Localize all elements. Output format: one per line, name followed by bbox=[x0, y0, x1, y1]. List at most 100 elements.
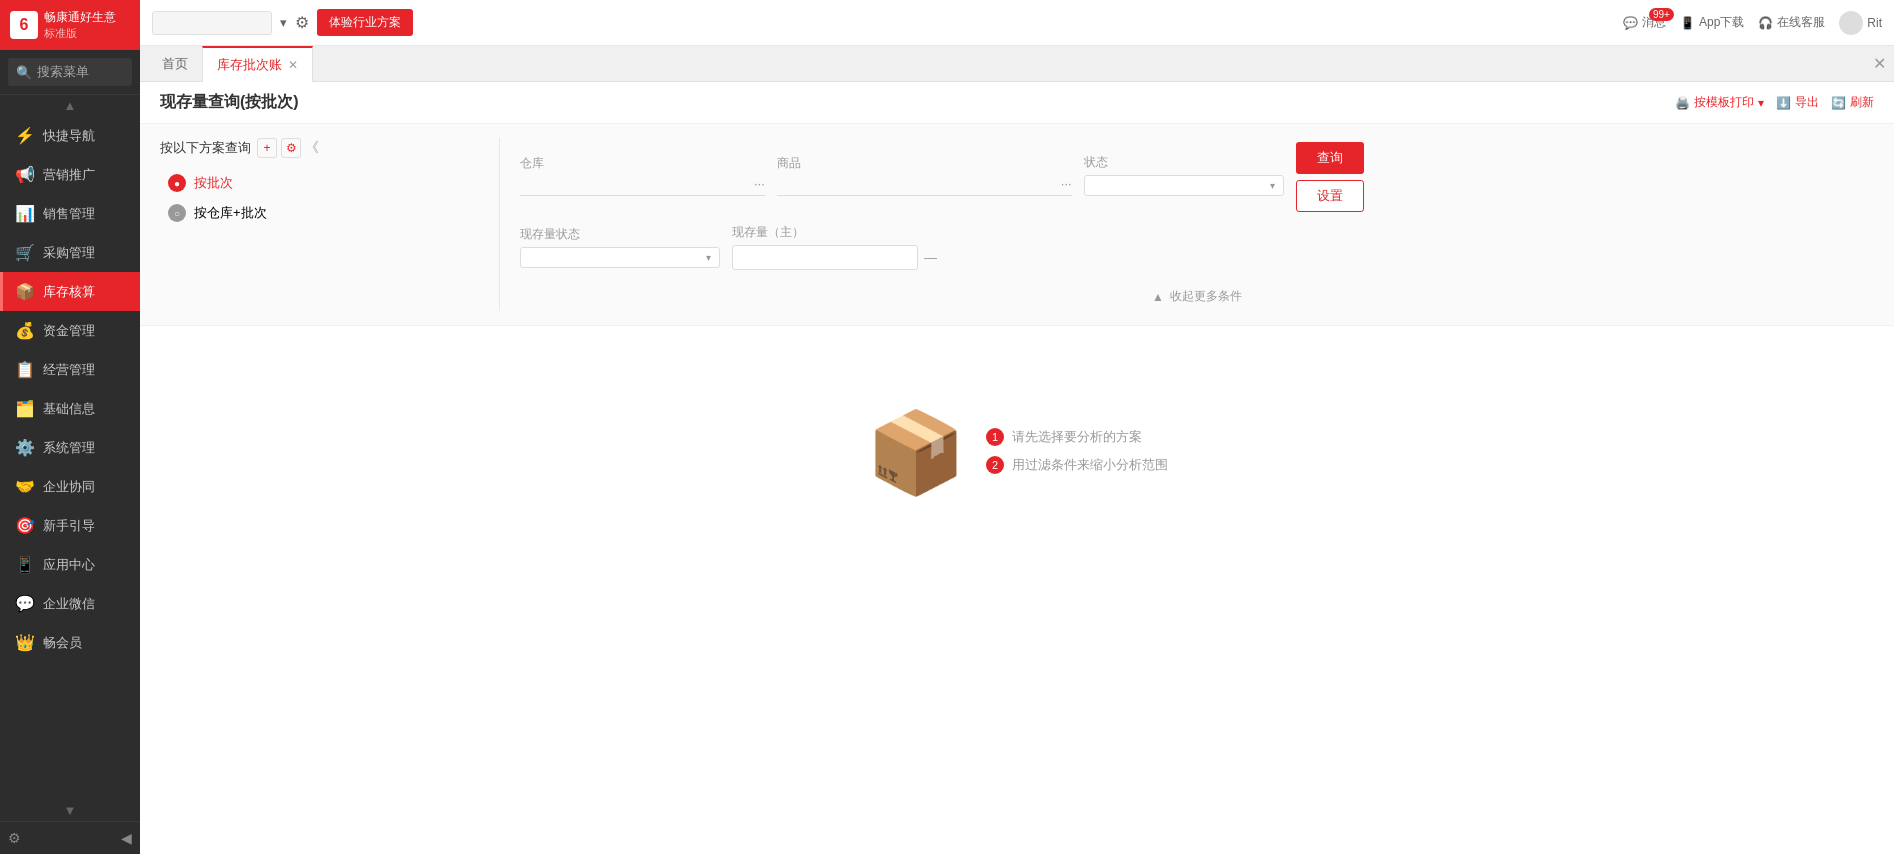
stock-qty-min-input[interactable] bbox=[732, 245, 918, 270]
refresh-button[interactable]: 🔄 刷新 bbox=[1831, 94, 1874, 111]
tab-inventory-batch-label: 库存批次账 bbox=[217, 56, 282, 74]
manage-plan-button[interactable]: ⚙ bbox=[281, 138, 301, 158]
sidebar-item-sales[interactable]: 📊 销售管理 bbox=[0, 194, 140, 233]
app-title: 畅康通好生意 bbox=[44, 9, 116, 26]
search-menu-button[interactable]: 🔍 搜索菜单 bbox=[8, 58, 132, 86]
stock-qty-label: 现存量（主） bbox=[732, 224, 937, 241]
user-menu-button[interactable]: Rit bbox=[1839, 11, 1882, 35]
sidebar-item-marketing[interactable]: 📢 营销推广 bbox=[0, 155, 140, 194]
app-download-button[interactable]: 📱 App下载 bbox=[1680, 14, 1744, 31]
marketing-icon: 📢 bbox=[15, 165, 35, 184]
sidebar-item-basic[interactable]: 🗂️ 基础信息 bbox=[0, 389, 140, 428]
sidebar-item-system[interactable]: ⚙️ 系统管理 bbox=[0, 428, 140, 467]
tip-num-2: 2 bbox=[986, 456, 1004, 474]
tab-home[interactable]: 首页 bbox=[148, 46, 202, 82]
product-input[interactable] bbox=[777, 176, 1057, 191]
page-header: 现存量查询(按批次) 🖨️ 按模板打印 ▾ ⬇️ 导出 🔄 刷新 bbox=[140, 82, 1894, 124]
status-label: 状态 bbox=[1084, 154, 1284, 171]
status-select[interactable]: ▾ bbox=[1084, 175, 1284, 196]
tab-inventory-batch[interactable]: 库存批次账 ✕ bbox=[202, 46, 313, 82]
print-label: 按模板打印 bbox=[1694, 94, 1754, 111]
purchase-icon: 🛒 bbox=[15, 243, 35, 262]
export-label: 导出 bbox=[1795, 94, 1819, 111]
filter-field-stock-status: 现存量状态 ▾ bbox=[520, 226, 720, 268]
status-select-arrow: ▾ bbox=[1270, 180, 1275, 191]
plan-label-by-batch: 按批次 bbox=[194, 174, 233, 192]
product-input-wrap[interactable]: ··· bbox=[777, 176, 1072, 196]
warehouse-more-icon[interactable]: ··· bbox=[754, 176, 765, 191]
content-area: 现存量查询(按批次) 🖨️ 按模板打印 ▾ ⬇️ 导出 🔄 刷新 bbox=[140, 82, 1894, 854]
experience-industry-button[interactable]: 体验行业方案 bbox=[317, 9, 413, 36]
finance-icon: 💰 bbox=[15, 321, 35, 340]
tabbar-close-button[interactable]: ✕ bbox=[1873, 54, 1886, 73]
settings-button[interactable]: 设置 bbox=[1296, 180, 1364, 212]
page-actions: 🖨️ 按模板打印 ▾ ⬇️ 导出 🔄 刷新 bbox=[1675, 94, 1874, 111]
product-more-icon[interactable]: ··· bbox=[1061, 176, 1072, 191]
warehouse-label: 仓库 bbox=[520, 155, 765, 172]
topbar-search-input[interactable] bbox=[152, 11, 272, 35]
sidebar-item-enterprise[interactable]: 🤝 企业协同 bbox=[0, 467, 140, 506]
sidebar-item-purchase[interactable]: 🛒 采购管理 bbox=[0, 233, 140, 272]
plan-item-by-warehouse-batch[interactable]: ○ 按仓库+批次 bbox=[160, 198, 479, 228]
online-service-button[interactable]: 🎧 在线客服 bbox=[1758, 14, 1825, 31]
sidebar-item-label: 应用中心 bbox=[43, 556, 95, 574]
filter-row-1: 仓库 ··· 商品 ··· bbox=[520, 138, 1874, 212]
message-button[interactable]: 💬 消息 99+ bbox=[1623, 14, 1666, 31]
print-button[interactable]: 🖨️ 按模板打印 ▾ bbox=[1675, 94, 1764, 111]
sidebar-item-app-center[interactable]: 📱 应用中心 bbox=[0, 545, 140, 584]
sidebar-scroll-up[interactable]: ▲ bbox=[0, 95, 140, 116]
sidebar-scroll-down[interactable]: ▼ bbox=[0, 800, 140, 821]
warehouse-input-wrap[interactable]: ··· bbox=[520, 176, 765, 196]
main-area: ▾ ⚙ 体验行业方案 💬 消息 99+ 📱 App下载 🎧 在线客服 Rit bbox=[140, 0, 1894, 854]
app-edition: 标准版 bbox=[44, 26, 116, 41]
sidebar-item-inventory[interactable]: 📦 库存核算 bbox=[0, 272, 140, 311]
collapse-arrow-icon: ▲ bbox=[1152, 290, 1164, 304]
empty-tip-1: 1 请先选择要分析的方案 bbox=[986, 428, 1168, 446]
stock-status-select[interactable]: ▾ bbox=[520, 247, 720, 268]
sidebar-item-member[interactable]: 👑 畅会员 bbox=[0, 623, 140, 662]
filter-title: 按以下方案查询 + ⚙ 《 bbox=[160, 138, 479, 158]
sidebar-item-finance[interactable]: 💰 资金管理 bbox=[0, 311, 140, 350]
collapse-more-conditions[interactable]: ▲ 收起更多条件 bbox=[520, 282, 1874, 311]
sales-icon: 📊 bbox=[15, 204, 35, 223]
search-menu-label: 搜索菜单 bbox=[37, 63, 89, 81]
add-plan-button[interactable]: + bbox=[257, 138, 277, 158]
sidebar-item-label: 畅会员 bbox=[43, 634, 82, 652]
tab-close-button[interactable]: ✕ bbox=[288, 58, 298, 72]
export-button[interactable]: ⬇️ 导出 bbox=[1776, 94, 1819, 111]
topbar-dropdown-button[interactable]: ▾ bbox=[280, 15, 287, 30]
range-dash: — bbox=[924, 250, 937, 265]
collapse-label: 收起更多条件 bbox=[1170, 288, 1242, 305]
newbie-icon: 🎯 bbox=[15, 516, 35, 535]
member-icon: 👑 bbox=[15, 633, 35, 652]
sidebar-collapse-button[interactable]: ◀ bbox=[121, 830, 132, 846]
query-button[interactable]: 查询 bbox=[1296, 142, 1364, 174]
filter-fields-panel: 仓库 ··· 商品 ··· bbox=[500, 138, 1874, 311]
sidebar: 6 畅康通好生意 标准版 🔍 搜索菜单 ▲ ⚡ 快捷导航 📢 营销推广 📊 销售… bbox=[0, 0, 140, 854]
product-label: 商品 bbox=[777, 155, 1072, 172]
sidebar-item-operations[interactable]: 📋 经营管理 bbox=[0, 350, 140, 389]
filter-title-actions: + ⚙ 《 bbox=[257, 138, 319, 158]
online-service-label: 在线客服 bbox=[1777, 14, 1825, 31]
message-icon: 💬 bbox=[1623, 16, 1638, 30]
page-title: 现存量查询(按批次) bbox=[160, 92, 299, 113]
sidebar-item-newbie[interactable]: 🎯 新手引导 bbox=[0, 506, 140, 545]
warehouse-input[interactable] bbox=[520, 176, 750, 191]
sidebar-item-label: 库存核算 bbox=[43, 283, 95, 301]
print-dropdown-arrow[interactable]: ▾ bbox=[1758, 96, 1764, 110]
sidebar-settings-button[interactable]: ⚙ bbox=[8, 830, 21, 846]
quick-nav-icon: ⚡ bbox=[15, 126, 35, 145]
wechat-icon: 💬 bbox=[15, 594, 35, 613]
system-icon: ⚙️ bbox=[15, 438, 35, 457]
app-center-icon: 📱 bbox=[15, 555, 35, 574]
basic-icon: 🗂️ bbox=[15, 399, 35, 418]
topbar-gear-button[interactable]: ⚙ bbox=[295, 13, 309, 32]
sidebar-item-wechat[interactable]: 💬 企业微信 bbox=[0, 584, 140, 623]
sidebar-item-label: 基础信息 bbox=[43, 400, 95, 418]
sidebar-item-quick-nav[interactable]: ⚡ 快捷导航 bbox=[0, 116, 140, 155]
collapse-panel-button[interactable]: 《 bbox=[305, 138, 319, 158]
sidebar-item-label: 资金管理 bbox=[43, 322, 95, 340]
plan-item-by-batch[interactable]: ● 按批次 bbox=[160, 168, 479, 198]
printer-icon: 🖨️ bbox=[1675, 96, 1690, 110]
empty-tips: 1 请先选择要分析的方案 2 用过滤条件来缩小分析范围 bbox=[986, 428, 1168, 474]
